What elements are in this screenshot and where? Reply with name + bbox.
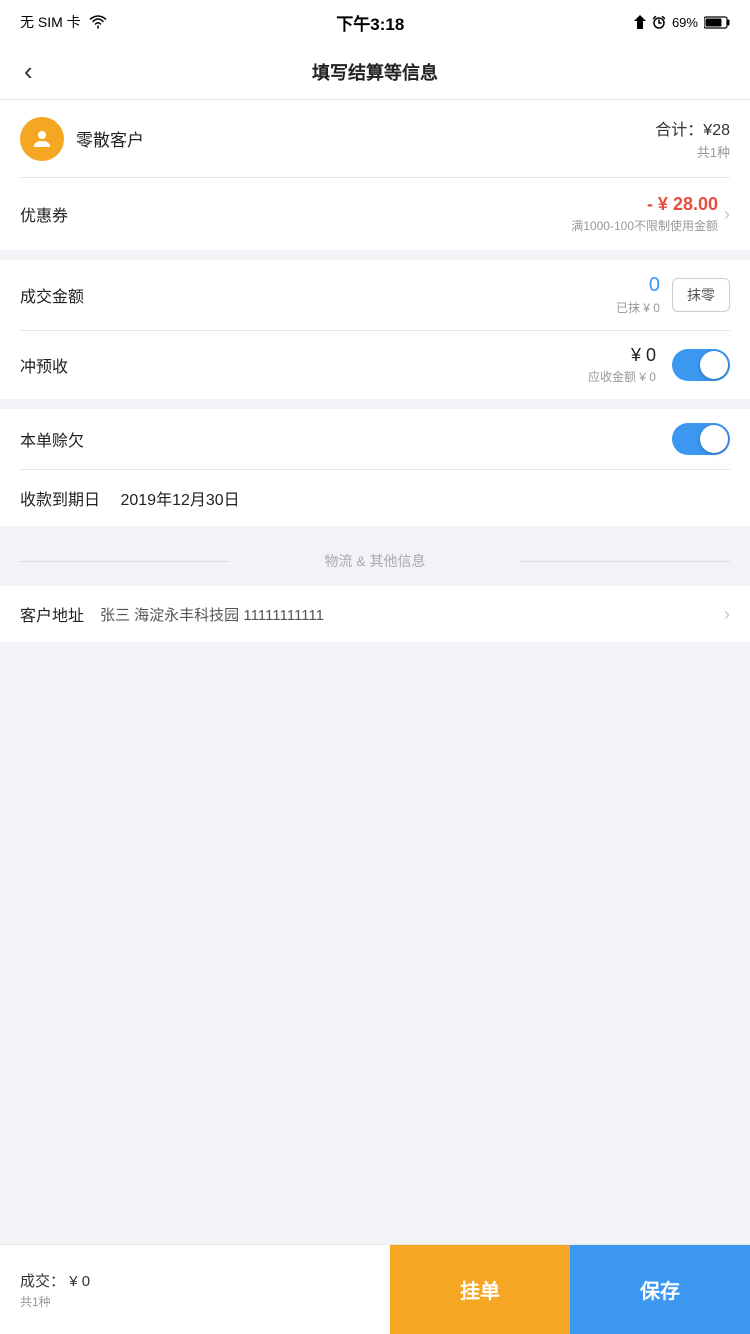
battery-icon — [704, 16, 730, 29]
battery-percent: 69% — [672, 15, 698, 30]
avatar — [20, 117, 64, 161]
deal-amount-card: 成交金额 0 已抹 ¥ 0 抹零 冲预收 ¥ 0 应收金额 ¥ 0 — [0, 260, 750, 399]
address-row[interactable]: 客户地址 张三 海淀永丰科技园 11111111111 › — [0, 586, 750, 642]
coupon-row[interactable]: 优惠券 - ¥ 28.00 满1000-100不限制使用金额 › — [0, 178, 750, 250]
prepay-value-block: ¥ 0 应收金额 ¥ 0 — [588, 345, 656, 385]
back-button[interactable]: ‹ — [16, 48, 41, 95]
bottom-count: 共1种 — [20, 1293, 370, 1310]
address-label: 客户地址 — [20, 602, 84, 626]
customer-name: 零散客户 — [76, 126, 144, 151]
address-chevron-icon: › — [724, 604, 730, 625]
debt-card: 本单赊欠 收款到期日 2019年12月30日 — [0, 409, 750, 526]
customer-card: 零散客户 合计：¥28 共1种 优惠券 - ¥ 28.00 满1000-100不… — [0, 100, 750, 250]
bottom-deal-label: 成交： — [20, 1273, 65, 1290]
location-icon — [634, 15, 646, 29]
alarm-icon — [652, 15, 666, 29]
prepay-right: ¥ 0 应收金额 ¥ 0 — [588, 345, 730, 385]
due-date-value: 2019年12月30日 — [120, 492, 239, 509]
bottom-deal-text: 成交： ¥ 0 — [20, 1270, 370, 1291]
customer-total-block: 合计：¥28 共1种 — [655, 116, 730, 161]
coupon-discount-block: - ¥ 28.00 满1000-100不限制使用金额 — [571, 194, 718, 234]
debt-toggle-knob — [700, 425, 728, 453]
nav-bar: ‹ 填写结算等信息 — [0, 44, 750, 100]
prepay-label: 冲预收 — [20, 353, 68, 377]
save-button[interactable]: 保存 — [570, 1245, 750, 1334]
coupon-right: - ¥ 28.00 满1000-100不限制使用金额 › — [571, 194, 730, 234]
deal-amount-label: 成交金额 — [20, 283, 84, 307]
address-card: 客户地址 张三 海淀永丰科技园 11111111111 › — [0, 586, 750, 642]
no-sim-text: 无 SIM 卡 — [20, 12, 81, 32]
debt-label: 本单赊欠 — [20, 427, 84, 451]
deal-amount-right: 0 已抹 ¥ 0 抹零 — [616, 274, 730, 316]
bottom-info: 成交： ¥ 0 共1种 — [0, 1270, 390, 1310]
logistics-separator: 物流 & 其他信息 — [0, 536, 750, 586]
deal-amount-row: 成交金额 0 已抹 ¥ 0 抹零 — [0, 260, 750, 330]
customer-row: 零散客户 合计：¥28 共1种 — [0, 100, 750, 177]
address-value: 张三 海淀永丰科技园 11111111111 — [100, 604, 708, 625]
deal-amount-sub: 已抹 ¥ 0 — [616, 299, 660, 316]
toggle-knob — [700, 351, 728, 379]
logistics-sep-text: 物流 & 其他信息 — [308, 551, 441, 571]
due-date-row: 收款到期日 2019年12月30日 — [0, 470, 750, 526]
page-title: 填写结算等信息 — [312, 59, 438, 85]
status-left: 无 SIM 卡 — [20, 12, 107, 32]
status-time: 下午3:18 — [336, 10, 404, 35]
coupon-chevron-icon: › — [724, 204, 730, 225]
customer-left: 零散客户 — [20, 117, 144, 161]
prepay-sub: 应收金额 ¥ 0 — [588, 368, 656, 385]
prepay-value: ¥ 0 — [588, 345, 656, 366]
total-count: 共1种 — [655, 142, 730, 161]
debt-toggle[interactable] — [672, 423, 730, 455]
total-amount: 合计：¥28 — [655, 116, 730, 140]
prepay-row: 冲预收 ¥ 0 应收金额 ¥ 0 — [0, 331, 750, 399]
content-area: 零散客户 合计：¥28 共1种 优惠券 - ¥ 28.00 满1000-100不… — [0, 100, 750, 942]
coupon-label: 优惠券 — [20, 202, 68, 226]
prepay-toggle[interactable] — [672, 349, 730, 381]
empty-area — [0, 652, 750, 852]
hang-button[interactable]: 挂单 — [390, 1245, 570, 1334]
deal-amount-value: 0 — [616, 274, 660, 297]
round-off-button[interactable]: 抹零 — [672, 278, 730, 312]
bottom-deal-value: ¥ 0 — [69, 1273, 90, 1290]
person-icon — [30, 127, 54, 151]
status-right: 69% — [634, 15, 730, 30]
bottom-bar: 成交： ¥ 0 共1种 挂单 保存 — [0, 1244, 750, 1334]
debt-row: 本单赊欠 — [0, 409, 750, 469]
wifi-icon — [89, 15, 107, 29]
coupon-desc: 满1000-100不限制使用金额 — [571, 217, 718, 234]
status-bar: 无 SIM 卡 下午3:18 69% — [0, 0, 750, 44]
due-date-label: 收款到期日 — [20, 492, 100, 509]
deal-amount-value-block: 0 已抹 ¥ 0 — [616, 274, 660, 316]
coupon-amount: - ¥ 28.00 — [571, 194, 718, 215]
